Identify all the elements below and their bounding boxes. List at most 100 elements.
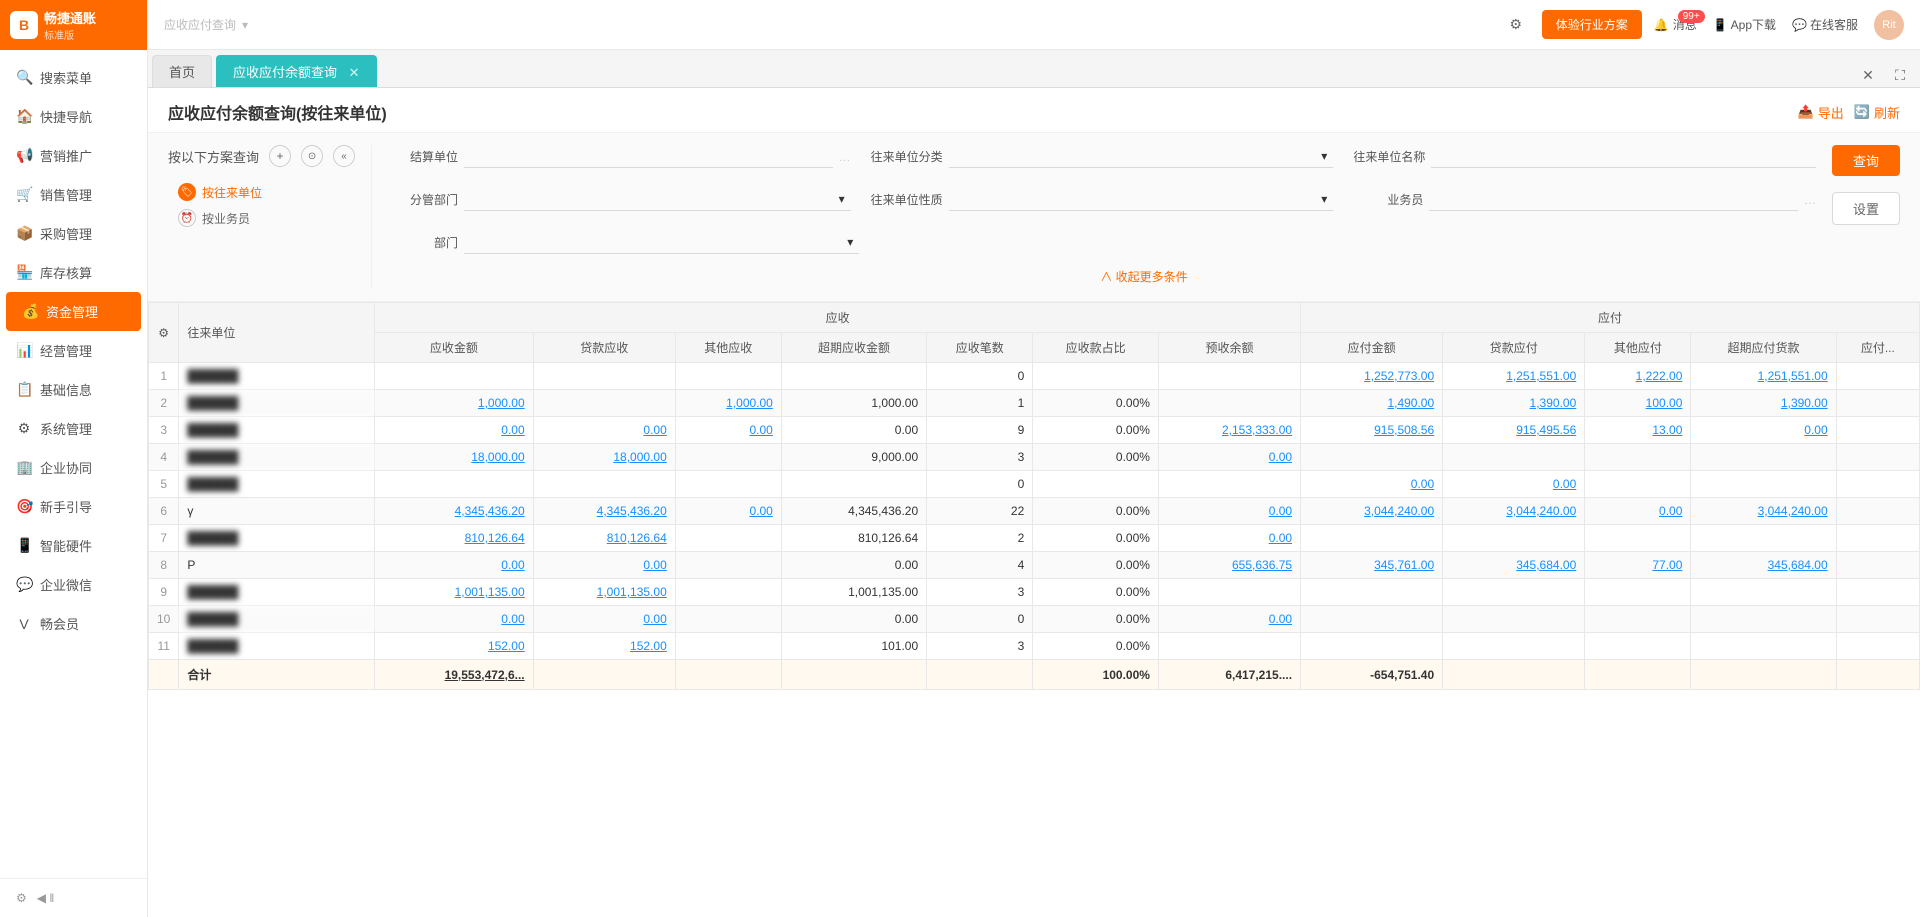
table-cell[interactable] xyxy=(675,444,781,471)
table-cell[interactable]: 345,684.00 xyxy=(1443,552,1585,579)
scheme-wanglai-option[interactable]: 🏷 按往来单位 xyxy=(168,179,355,205)
th-gear[interactable]: ⚙ xyxy=(149,303,179,363)
sidebar-item-operations[interactable]: 📊 经营管理 xyxy=(0,331,147,370)
table-cell[interactable]: 0.00 xyxy=(1158,444,1300,471)
table-cell[interactable]: 77.00 xyxy=(1585,552,1691,579)
table-cell[interactable]: 18,000.00 xyxy=(533,444,675,471)
table-cell[interactable]: 152.00 xyxy=(375,633,533,660)
table-cell[interactable]: 0.00 xyxy=(1158,606,1300,633)
table-cell[interactable]: 810,126.64 xyxy=(375,525,533,552)
table-cell[interactable] xyxy=(1585,633,1691,660)
collapse-more-button[interactable]: ∧ 收起更多条件 xyxy=(388,264,1900,289)
table-cell[interactable]: 345,761.00 xyxy=(1301,552,1443,579)
table-cell[interactable]: 152.00 xyxy=(533,633,675,660)
table-cell[interactable] xyxy=(675,363,781,390)
sidebar-item-inventory[interactable]: 🏪 库存核算 xyxy=(0,253,147,292)
table-cell[interactable]: 0.00 xyxy=(675,417,781,444)
table-cell[interactable] xyxy=(1443,633,1585,660)
topbar-gear-button[interactable]: ⚙ xyxy=(1502,11,1530,39)
table-cell[interactable] xyxy=(1301,525,1443,552)
fenguan-select[interactable]: ▾ xyxy=(464,188,851,211)
online-service-button[interactable]: 💬 在线客服 xyxy=(1792,16,1858,33)
table-cell[interactable] xyxy=(533,471,675,498)
table-cell[interactable] xyxy=(675,525,781,552)
sidebar-item-guide[interactable]: 🎯 新手引导 xyxy=(0,487,147,526)
table-cell[interactable] xyxy=(1585,606,1691,633)
table-cell[interactable]: 1,001,135.00 xyxy=(375,579,533,606)
sidebar-item-search[interactable]: 🔍 搜索菜单 xyxy=(0,58,147,97)
app-download-button[interactable]: 📱 App下载 xyxy=(1713,16,1776,33)
table-cell[interactable] xyxy=(1158,579,1300,606)
table-cell[interactable] xyxy=(675,471,781,498)
message-button[interactable]: 🔔 消息 99+ xyxy=(1654,16,1697,33)
table-cell[interactable]: 0.00 xyxy=(1158,498,1300,525)
collapse-icon[interactable]: ◀ ‖ xyxy=(37,891,55,905)
table-cell[interactable]: 0.00 xyxy=(1585,498,1691,525)
table-cell[interactable]: 100.00 xyxy=(1585,390,1691,417)
table-cell[interactable]: 1,000.00 xyxy=(375,390,533,417)
table-cell[interactable]: 915,508.56 xyxy=(1301,417,1443,444)
table-cell[interactable]: 13.00 xyxy=(1585,417,1691,444)
jiesuan-dots[interactable]: … xyxy=(839,150,851,164)
table-cell[interactable] xyxy=(675,552,781,579)
table-cell[interactable]: 0.00 xyxy=(533,552,675,579)
table-cell[interactable] xyxy=(533,390,675,417)
table-cell[interactable]: 1,222.00 xyxy=(1585,363,1691,390)
table-cell[interactable] xyxy=(375,363,533,390)
sidebar-item-vip[interactable]: V 畅会员 xyxy=(0,604,147,643)
table-cell[interactable] xyxy=(1691,525,1836,552)
table-cell[interactable] xyxy=(1443,444,1585,471)
table-cell[interactable] xyxy=(1691,444,1836,471)
table-cell[interactable] xyxy=(1443,525,1585,552)
table-cell[interactable]: 0.00 xyxy=(1691,417,1836,444)
tab-expand-button[interactable]: ⛶ xyxy=(1888,63,1912,87)
table-cell[interactable]: 810,126.64 xyxy=(533,525,675,552)
table-cell[interactable]: 0.00 xyxy=(1301,471,1443,498)
table-cell[interactable]: 1,252,773.00 xyxy=(1301,363,1443,390)
table-cell[interactable]: 3,044,240.00 xyxy=(1301,498,1443,525)
sidebar-item-quick[interactable]: 🏠 快捷导航 xyxy=(0,97,147,136)
tab-close-icon[interactable]: ✕ xyxy=(349,65,360,80)
table-cell[interactable]: 0.00 xyxy=(1158,525,1300,552)
table-cell[interactable] xyxy=(375,471,533,498)
table-cell[interactable] xyxy=(1301,633,1443,660)
bumen-select[interactable]: ▾ xyxy=(464,231,859,254)
table-cell[interactable] xyxy=(1158,633,1300,660)
footer-ar-total[interactable]: 19,553,472,6... xyxy=(375,660,533,690)
wanglai-fen-select[interactable]: ▾ xyxy=(949,145,1334,168)
table-cell[interactable] xyxy=(1443,606,1585,633)
table-cell[interactable]: 915,495.56 xyxy=(1443,417,1585,444)
table-cell[interactable]: 1,390.00 xyxy=(1691,390,1836,417)
table-cell[interactable] xyxy=(533,363,675,390)
table-cell[interactable] xyxy=(675,633,781,660)
filter-add-button[interactable]: + xyxy=(269,145,291,167)
table-cell[interactable]: 1,251,551.00 xyxy=(1443,363,1585,390)
sidebar-item-corp[interactable]: 🏢 企业协同 xyxy=(0,448,147,487)
filter-options-button[interactable]: ⊙ xyxy=(301,145,323,167)
sidebar-item-system[interactable]: ⚙ 系统管理 xyxy=(0,409,147,448)
sidebar-item-purchase[interactable]: 📦 采购管理 xyxy=(0,214,147,253)
sidebar-item-marketing[interactable]: 📢 营销推广 xyxy=(0,136,147,175)
table-cell[interactable]: 0.00 xyxy=(375,606,533,633)
jiesuan-input[interactable] xyxy=(464,145,833,168)
scheme-yewuyuan-option[interactable]: ⏰ 按业务员 xyxy=(168,205,355,231)
table-cell[interactable] xyxy=(1691,633,1836,660)
table-cell[interactable] xyxy=(1691,579,1836,606)
table-cell[interactable] xyxy=(1585,579,1691,606)
table-cell[interactable]: 3,044,240.00 xyxy=(1691,498,1836,525)
table-cell[interactable]: 0.00 xyxy=(533,417,675,444)
sidebar-item-hardware[interactable]: 📱 智能硬件 xyxy=(0,526,147,565)
table-cell[interactable]: 0.00 xyxy=(675,498,781,525)
filter-collapse-button[interactable]: « xyxy=(333,145,355,167)
table-cell[interactable]: 3,044,240.00 xyxy=(1443,498,1585,525)
table-cell[interactable] xyxy=(1158,471,1300,498)
table-cell[interactable] xyxy=(675,579,781,606)
table-cell[interactable]: 655,636.75 xyxy=(1158,552,1300,579)
sidebar-item-wechat[interactable]: 💬 企业微信 xyxy=(0,565,147,604)
set-button[interactable]: 设置 xyxy=(1832,192,1900,225)
table-cell[interactable]: 4,345,436.20 xyxy=(533,498,675,525)
sidebar-item-finance[interactable]: 💰 资金管理 xyxy=(6,292,141,331)
table-cell[interactable]: 1,390.00 xyxy=(1443,390,1585,417)
table-cell[interactable]: 18,000.00 xyxy=(375,444,533,471)
table-cell[interactable] xyxy=(1691,471,1836,498)
